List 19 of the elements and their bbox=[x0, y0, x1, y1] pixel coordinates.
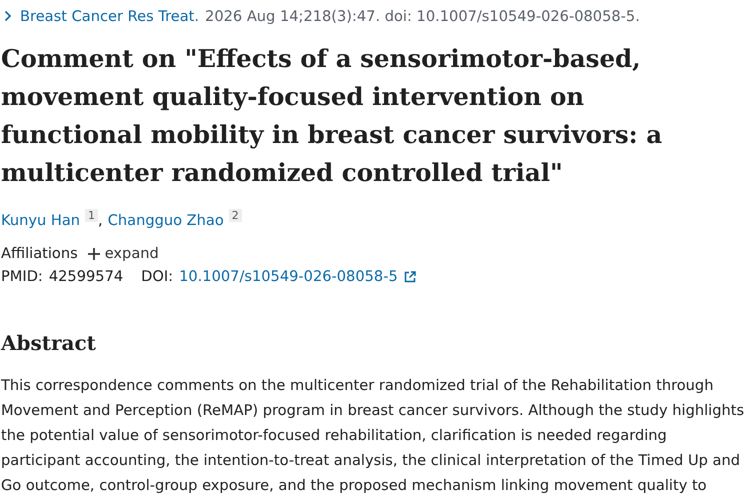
author-separator: , bbox=[98, 212, 103, 229]
author-link[interactable]: Changguo Zhao bbox=[108, 212, 224, 229]
external-link-icon bbox=[404, 270, 416, 282]
expand-toggle[interactable]: expand bbox=[88, 245, 159, 262]
affiliations-label: Affiliations bbox=[1, 245, 78, 262]
journal-link[interactable]: Breast Cancer Res Treat. bbox=[20, 8, 200, 24]
plus-icon bbox=[88, 248, 100, 260]
affiliation-number[interactable]: 2 bbox=[228, 209, 242, 222]
pmid-value: 42599574 bbox=[48, 268, 124, 285]
affiliation-number[interactable]: 1 bbox=[85, 209, 98, 222]
chevron-right-icon bbox=[4, 10, 12, 22]
pmid-label: PMID: bbox=[1, 268, 43, 285]
author-link[interactable]: Kunyu Han bbox=[1, 212, 80, 229]
abstract-text: This correspondence comments on the multicenter randomized trial of the Rehabilitation through Movement and Perception (ReMAP) program in breast cancer survivors. Although the study highlights the potential value of sensorimotor-focused rehabilitation, clarification is needed regarding participant accounting, the intention-to-treat analysis, the clinical interpretation of the Timed Up and Go outcome, control-group exposure, and the proposed mechanism linking movement quality to bbox=[1, 376, 746, 496]
abstract-heading: Abstract bbox=[1, 331, 97, 355]
doi-link[interactable]: 10.1007/s10549-026-08058-5 bbox=[179, 268, 398, 285]
citation-details: 2026 Aug 14;218(3):47. doi: 10.1007/s10549-026-08058-5. bbox=[205, 8, 640, 24]
article-title: Comment on "Effects of a sensorimotor-based, movement quality-focused intervention on functional mobility in breast cancer survivors: a multicenter randomized controlled trial" bbox=[1, 43, 664, 189]
doi-label: DOI: bbox=[141, 268, 174, 285]
